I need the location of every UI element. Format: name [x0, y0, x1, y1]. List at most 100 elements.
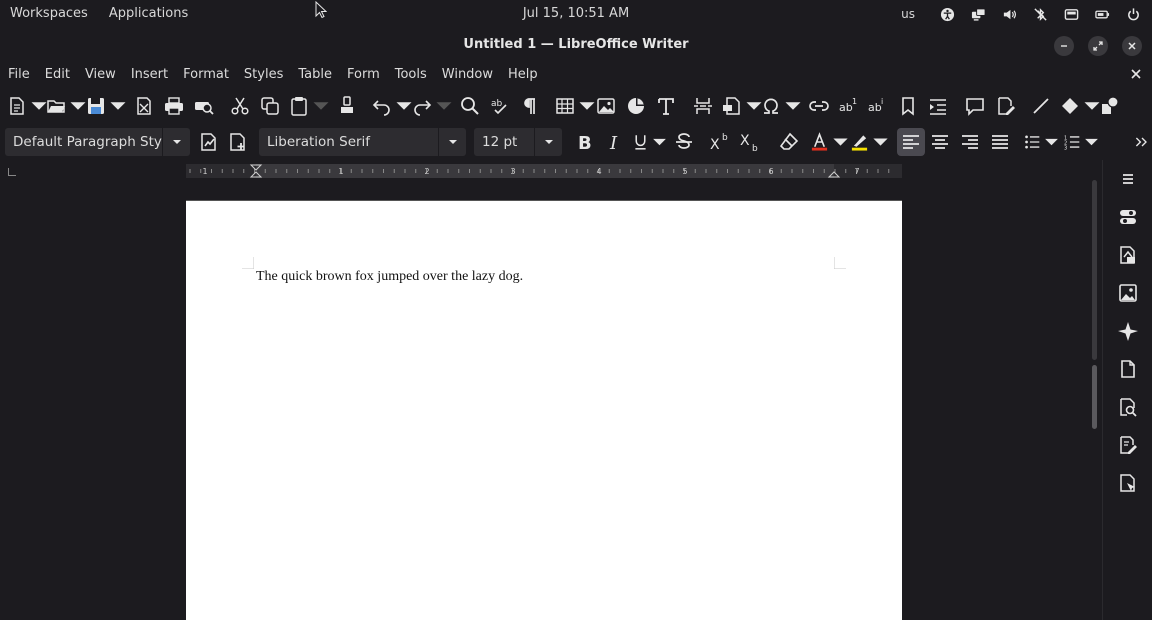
chevron-down-icon[interactable]: [162, 128, 190, 156]
bold-button[interactable]: B: [573, 130, 597, 154]
redo-button[interactable]: [412, 94, 454, 118]
scrollbar-thumb[interactable]: [1092, 365, 1097, 429]
maximize-button[interactable]: [1088, 36, 1108, 56]
ordered-list-button[interactable]: 123: [1064, 130, 1100, 154]
sidebar-menu-button[interactable]: [1117, 168, 1139, 190]
sidebar-styles-button[interactable]: [1117, 244, 1139, 266]
volume-icon[interactable]: [1000, 5, 1018, 23]
insert-special-character-button[interactable]: [761, 94, 803, 118]
chevron-down-icon[interactable]: [534, 128, 562, 156]
update-style-button[interactable]: [197, 130, 221, 154]
copy-button[interactable]: [260, 94, 280, 118]
menu-edit[interactable]: Edit: [45, 67, 70, 82]
document-body-text[interactable]: The quick brown fox jumped over the lazy…: [256, 269, 523, 285]
network-icon[interactable]: [969, 5, 987, 23]
insert-page-break-button[interactable]: [693, 94, 713, 118]
insert-table-button[interactable]: [555, 94, 597, 118]
insert-footnote-button[interactable]: ab 1: [839, 94, 859, 118]
menu-help[interactable]: Help: [508, 67, 538, 82]
insert-field-button[interactable]: [722, 94, 764, 118]
spelling-button[interactable]: ab: [490, 94, 510, 118]
font-size-dropdown[interactable]: 12 pt: [474, 128, 562, 156]
applications-menu-button[interactable]: Applications: [109, 6, 188, 21]
unordered-list-button[interactable]: [1024, 130, 1060, 154]
horizontal-ruler[interactable]: 1 1 2 3 4 5 6 7: [186, 164, 902, 178]
font-color-button[interactable]: [810, 130, 850, 154]
highlight-color-button[interactable]: [850, 130, 890, 154]
insert-line-button[interactable]: [1031, 94, 1051, 118]
justify-button[interactable]: [988, 130, 1012, 154]
menu-file[interactable]: File: [8, 67, 30, 82]
new-document-button[interactable]: [7, 94, 49, 118]
print-preview-button[interactable]: [194, 94, 214, 118]
menu-table[interactable]: Table: [298, 67, 332, 82]
underline-button[interactable]: [632, 130, 668, 154]
paragraph-style-dropdown[interactable]: Default Paragraph Style: [5, 128, 190, 156]
clock[interactable]: Jul 15, 10:51 AM: [523, 6, 629, 21]
cut-button[interactable]: [230, 94, 250, 118]
chevron-down-icon[interactable]: [438, 128, 466, 156]
font-name-value: Liberation Serif: [267, 134, 371, 150]
close-document-icon[interactable]: [1130, 68, 1142, 80]
insert-endnote-button[interactable]: ab i: [868, 94, 888, 118]
export-pdf-button[interactable]: [134, 94, 154, 118]
power-icon[interactable]: [1124, 5, 1142, 23]
keyboard-layout-indicator[interactable]: us: [901, 7, 915, 21]
sidebar-style-inspector-button[interactable]: [1117, 396, 1139, 418]
close-window-button[interactable]: [1122, 36, 1142, 56]
font-name-dropdown[interactable]: Liberation Serif: [259, 128, 466, 156]
basic-shapes-button[interactable]: [1060, 94, 1102, 118]
clear-formatting-button[interactable]: [777, 130, 801, 154]
display-icon[interactable]: [1062, 5, 1080, 23]
sidebar-page-button[interactable]: [1117, 358, 1139, 380]
menu-window[interactable]: Window: [442, 67, 493, 82]
insert-cross-reference-button[interactable]: [928, 94, 948, 118]
minimize-button[interactable]: [1054, 36, 1074, 56]
sidebar-properties-button[interactable]: [1117, 206, 1139, 228]
bluetooth-off-icon[interactable]: [1031, 5, 1049, 23]
draw-functions-button[interactable]: [1100, 94, 1120, 118]
insert-comment-button[interactable]: [965, 94, 985, 118]
strikethrough-button[interactable]: [672, 130, 696, 154]
insert-text-box-button[interactable]: [656, 94, 676, 118]
vertical-scrollbar[interactable]: [1090, 180, 1100, 620]
menu-insert[interactable]: Insert: [131, 67, 168, 82]
open-button[interactable]: [46, 94, 88, 118]
insert-image-button[interactable]: [596, 94, 616, 118]
clone-formatting-button[interactable]: [337, 94, 357, 118]
insert-chart-button[interactable]: [626, 94, 646, 118]
paste-button[interactable]: [289, 94, 331, 118]
superscript-button[interactable]: Xb: [708, 130, 732, 154]
save-button[interactable]: [86, 94, 128, 118]
scrollbar-track[interactable]: [1092, 180, 1097, 360]
insert-bookmark-button[interactable]: [898, 94, 918, 118]
insert-hyperlink-button[interactable]: [809, 94, 829, 118]
text-boundary-corner: [242, 257, 254, 269]
undo-button[interactable]: [372, 94, 414, 118]
track-changes-button[interactable]: [996, 94, 1016, 118]
menu-form[interactable]: Form: [347, 67, 380, 82]
italic-button[interactable]: I: [603, 130, 627, 154]
sidebar-manage-changes-button[interactable]: [1117, 434, 1139, 456]
workspaces-button[interactable]: Workspaces: [10, 6, 88, 21]
align-left-button[interactable]: [897, 128, 925, 156]
menu-format[interactable]: Format: [183, 67, 229, 82]
menu-styles[interactable]: Styles: [244, 67, 283, 82]
document-page[interactable]: The quick brown fox jumped over the lazy…: [186, 200, 902, 620]
battery-icon[interactable]: [1093, 5, 1111, 23]
sidebar-design-button[interactable]: [1117, 472, 1139, 494]
sidebar-navigator-button[interactable]: [1117, 320, 1139, 342]
menu-tools[interactable]: Tools: [395, 67, 427, 82]
print-button[interactable]: [164, 94, 184, 118]
align-center-button[interactable]: [928, 130, 952, 154]
formatting-marks-button[interactable]: [520, 94, 540, 118]
toolbar-overflow-button[interactable]: [1134, 130, 1150, 154]
accessibility-icon[interactable]: [938, 5, 956, 23]
menu-view[interactable]: View: [85, 67, 116, 82]
align-right-button[interactable]: [958, 130, 982, 154]
subscript-button[interactable]: Xb: [738, 130, 762, 154]
find-replace-button[interactable]: [460, 94, 480, 118]
new-style-button[interactable]: [226, 130, 250, 154]
sidebar-gallery-button[interactable]: [1117, 282, 1139, 304]
tab-stop-selector[interactable]: [8, 168, 16, 176]
